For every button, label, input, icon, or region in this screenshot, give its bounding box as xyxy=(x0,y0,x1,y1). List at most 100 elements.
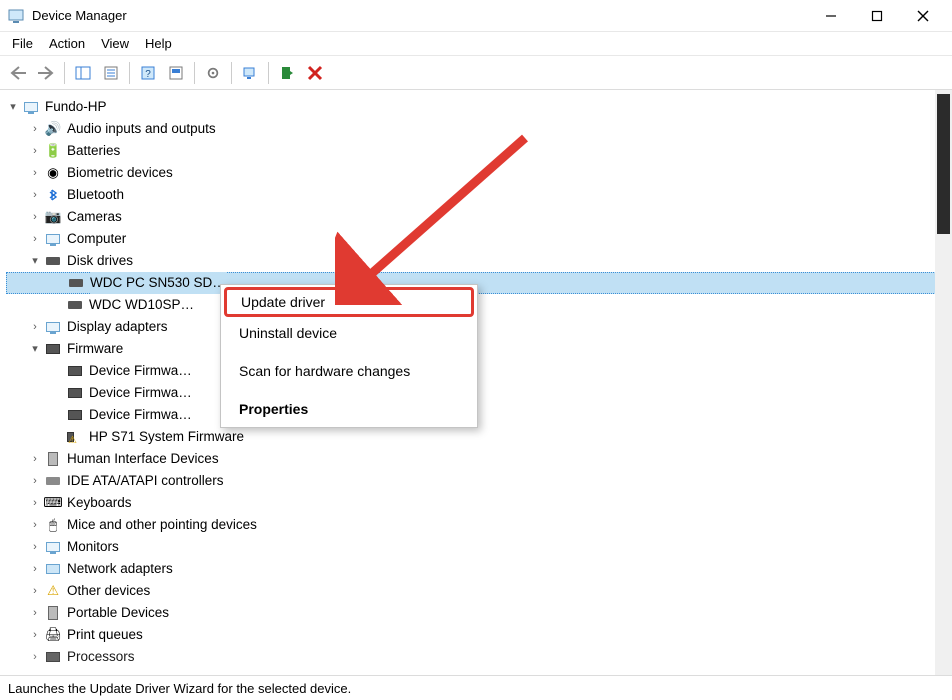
tree-item-audio[interactable]: › 🔊 Audio inputs and outputs xyxy=(6,118,952,140)
chip-warning-icon: ⚠ xyxy=(67,429,83,445)
context-menu: Update driver Uninstall device Scan for … xyxy=(220,284,478,428)
nav-back-button[interactable] xyxy=(5,60,31,86)
tree-item-monitors[interactable]: › Monitors xyxy=(6,536,952,558)
add-legacy-hardware-button[interactable] xyxy=(274,60,300,86)
chevron-right-icon[interactable]: › xyxy=(28,206,42,228)
tree-item-print-queues[interactable]: › 🖨 Print queues xyxy=(6,624,952,646)
nav-forward-button[interactable] xyxy=(33,60,59,86)
keyboard-icon: ⌨ xyxy=(45,495,61,511)
chevron-down-icon[interactable]: ▾ xyxy=(28,250,42,272)
chevron-right-icon[interactable]: › xyxy=(28,580,42,602)
tree-item-disk-drives[interactable]: ▾ Disk drives xyxy=(6,250,952,272)
chevron-right-icon[interactable]: › xyxy=(28,558,42,580)
tree-item-hid[interactable]: › Human Interface Devices xyxy=(6,448,952,470)
computer-icon xyxy=(23,99,39,115)
app-icon xyxy=(8,8,24,24)
window-title: Device Manager xyxy=(32,8,127,23)
tree-item-computer[interactable]: › Computer xyxy=(6,228,952,250)
tree-item-ide[interactable]: › IDE ATA/ATAPI controllers xyxy=(6,470,952,492)
chevron-right-icon[interactable]: › xyxy=(28,646,42,668)
properties-toolbar-button[interactable] xyxy=(98,60,124,86)
tree-item-disk-wdc-sn530[interactable]: WDC PC SN530 SD… xyxy=(6,272,952,294)
tree-item-keyboards[interactable]: › ⌨ Keyboards xyxy=(6,492,952,514)
ctx-uninstall-device[interactable]: Uninstall device xyxy=(221,319,477,347)
chevron-right-icon[interactable]: › xyxy=(28,228,42,250)
close-button[interactable] xyxy=(900,0,946,32)
display-adapter-icon xyxy=(45,319,61,335)
svg-text:?: ? xyxy=(145,69,151,80)
tree-item-other-devices[interactable]: › ⚠ Other devices xyxy=(6,580,952,602)
chevron-right-icon[interactable]: › xyxy=(28,162,42,184)
tree-item-biometric[interactable]: › ◉ Biometric devices xyxy=(6,162,952,184)
tree-item-firmware-child[interactable]: Device Firmwa… xyxy=(6,382,952,404)
desktop-icon xyxy=(45,231,61,247)
toolbar-separator-3 xyxy=(194,62,195,84)
disk-icon xyxy=(45,253,61,269)
chevron-right-icon[interactable]: › xyxy=(28,184,42,206)
bluetooth-icon xyxy=(45,187,61,203)
tree-item-portable-devices[interactable]: › Portable Devices xyxy=(6,602,952,624)
vertical-scrollbar[interactable] xyxy=(935,90,952,675)
speaker-icon: 🔊 xyxy=(45,121,61,137)
tree-item-disk-wdc-wd10sp[interactable]: WDC WD10SP… xyxy=(6,294,952,316)
toolbar: ? xyxy=(0,56,952,90)
tree-item-display-adapters[interactable]: › Display adapters xyxy=(6,316,952,338)
status-text: Launches the Update Driver Wizard for th… xyxy=(8,681,351,696)
fingerprint-icon: ◉ xyxy=(45,165,61,181)
tree-item-firmware-hp-s71[interactable]: ⚠ HP S71 System Firmware xyxy=(6,426,952,448)
menu-help[interactable]: Help xyxy=(137,34,180,53)
toolbar-separator-2 xyxy=(129,62,130,84)
menu-view[interactable]: View xyxy=(93,34,137,53)
tree-item-network[interactable]: › Network adapters xyxy=(6,558,952,580)
chevron-right-icon[interactable]: › xyxy=(28,118,42,140)
chip-icon xyxy=(67,407,83,423)
chevron-right-icon[interactable]: › xyxy=(28,492,42,514)
tree-item-firmware[interactable]: ▾ Firmware xyxy=(6,338,952,360)
maximize-button[interactable] xyxy=(854,0,900,32)
uninstall-device-toolbar-button[interactable] xyxy=(302,60,328,86)
menubar: File Action View Help xyxy=(0,32,952,56)
tree-item-batteries[interactable]: › 🔋 Batteries xyxy=(6,140,952,162)
tree-root-label: Fundo-HP xyxy=(45,96,107,118)
monitor-icon xyxy=(45,539,61,555)
action-toolbar-button[interactable] xyxy=(163,60,189,86)
chip-icon xyxy=(45,341,61,357)
toolbar-separator-4 xyxy=(231,62,232,84)
scan-hardware-toolbar-button[interactable] xyxy=(237,60,263,86)
help-toolbar-button[interactable]: ? xyxy=(135,60,161,86)
mouse-icon: 🖱 xyxy=(45,517,61,533)
ctx-scan-hardware[interactable]: Scan for hardware changes xyxy=(221,357,477,385)
ctx-properties[interactable]: Properties xyxy=(221,395,477,423)
printer-icon: 🖨 xyxy=(45,627,61,643)
network-icon xyxy=(45,561,61,577)
tree-item-processors[interactable]: › Processors xyxy=(6,646,952,668)
chevron-right-icon[interactable]: › xyxy=(28,514,42,536)
titlebar: Device Manager xyxy=(0,0,952,32)
tree-root[interactable]: ▾ Fundo-HP xyxy=(6,96,952,118)
update-driver-toolbar-button[interactable] xyxy=(200,60,226,86)
chip-icon xyxy=(67,385,83,401)
menu-action[interactable]: Action xyxy=(41,34,93,53)
scrollbar-thumb[interactable] xyxy=(937,94,950,234)
chevron-down-icon[interactable]: ▾ xyxy=(6,96,20,118)
menu-file[interactable]: File xyxy=(4,34,41,53)
camera-icon: 📷 xyxy=(45,209,61,225)
minimize-button[interactable] xyxy=(808,0,854,32)
disk-icon xyxy=(67,297,83,313)
chevron-right-icon[interactable]: › xyxy=(28,602,42,624)
chevron-right-icon[interactable]: › xyxy=(28,536,42,558)
chevron-right-icon[interactable]: › xyxy=(28,624,42,646)
tree-item-firmware-child[interactable]: Device Firmwa… xyxy=(6,360,952,382)
chevron-right-icon[interactable]: › xyxy=(28,140,42,162)
tree-item-mice[interactable]: › 🖱 Mice and other pointing devices xyxy=(6,514,952,536)
ctx-update-driver[interactable]: Update driver xyxy=(224,287,474,317)
show-hide-console-tree-button[interactable] xyxy=(70,60,96,86)
chevron-right-icon[interactable]: › xyxy=(28,316,42,338)
tree-item-bluetooth[interactable]: › Bluetooth xyxy=(6,184,952,206)
chevron-right-icon[interactable]: › xyxy=(28,470,42,492)
chevron-down-icon[interactable]: ▾ xyxy=(28,338,42,360)
chevron-right-icon[interactable]: › xyxy=(28,448,42,470)
tree-item-firmware-child[interactable]: Device Firmwa… xyxy=(6,404,952,426)
tree-item-cameras[interactable]: › 📷 Cameras xyxy=(6,206,952,228)
portable-device-icon xyxy=(45,605,61,621)
